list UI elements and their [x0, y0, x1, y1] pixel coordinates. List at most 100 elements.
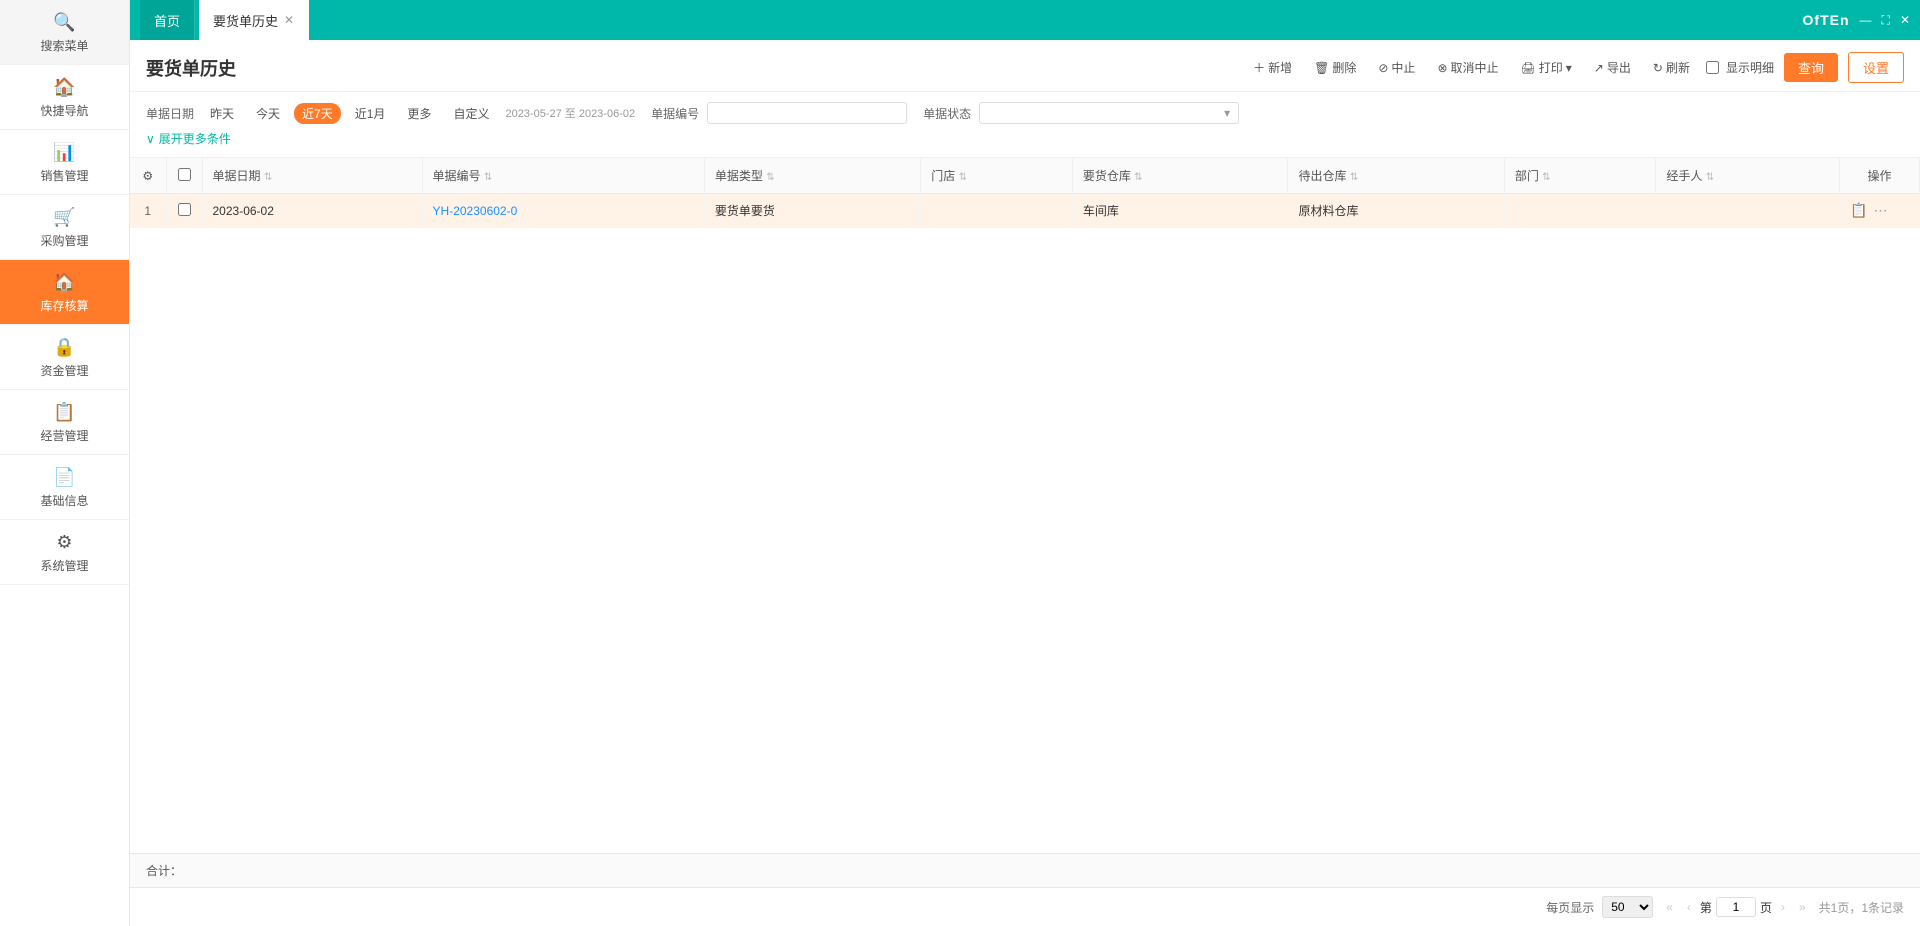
- row-number: 1: [130, 194, 166, 228]
- next-page-btn[interactable]: ›: [1776, 898, 1790, 916]
- add-button[interactable]: ＋ 新增: [1247, 55, 1298, 80]
- suspend-icon: ⊘: [1378, 61, 1388, 75]
- print-button[interactable]: 🖨 打印 ▾: [1515, 55, 1578, 80]
- more-action-icon[interactable]: ⋯: [1873, 202, 1887, 219]
- sidebar-item-purchase-mgmt[interactable]: 🛒 采购管理: [0, 195, 129, 260]
- sidebar-item-ops-mgmt[interactable]: 📋 经营管理: [0, 390, 129, 455]
- system-icon: ⚙: [56, 532, 72, 553]
- suspend-label: 中止: [1391, 59, 1415, 76]
- export-button[interactable]: ↗ 导出: [1588, 55, 1637, 80]
- minimize-btn[interactable]: —: [1860, 13, 1872, 27]
- sidebar-item-label: 经营管理: [40, 427, 88, 444]
- row-handler: [1656, 194, 1840, 228]
- order-no-filter-group: 单据编号: [651, 102, 907, 124]
- sidebar-item-finance-mgmt[interactable]: 🔒 资金管理: [0, 325, 129, 390]
- display-detail-label: 显示明细: [1726, 59, 1774, 76]
- print-dropdown-icon: ▾: [1566, 61, 1572, 75]
- date-filter-label: 单据日期: [146, 105, 194, 122]
- th-no[interactable]: 单据编号 ⇅: [422, 158, 704, 194]
- th-date[interactable]: 单据日期 ⇅: [202, 158, 422, 194]
- tab-requisition-history-label: 要货单历史: [213, 11, 278, 30]
- settings-button[interactable]: 设置: [1848, 52, 1904, 83]
- row-checkbox-cell: [166, 194, 202, 228]
- order-no-label: 单据编号: [651, 105, 699, 122]
- view-action-icon[interactable]: 📋: [1850, 202, 1867, 219]
- cancel-suspend-label: 取消中止: [1451, 59, 1499, 76]
- th-handler-label: 经手人: [1666, 169, 1702, 183]
- export-icon: ↗: [1594, 61, 1604, 75]
- date-btn-1month[interactable]: 近1月: [347, 103, 394, 124]
- row-req-warehouse: 车间库: [1072, 194, 1288, 228]
- tab-requisition-history[interactable]: 要货单历史 ✕: [199, 0, 309, 40]
- sidebar-item-label: 库存核算: [40, 297, 88, 314]
- row-checkbox[interactable]: [178, 203, 191, 216]
- delete-button[interactable]: 🗑 删除: [1308, 55, 1362, 80]
- date-btn-custom[interactable]: 自定义: [445, 103, 497, 124]
- sidebar-item-quick-nav[interactable]: 🏠 快捷导航: [0, 65, 129, 130]
- prev-page-btn[interactable]: ‹: [1682, 898, 1696, 916]
- th-settings[interactable]: ⚙: [130, 158, 166, 194]
- display-detail-toggle[interactable]: 显示明细: [1706, 59, 1774, 76]
- page-title: 要货单历史: [146, 55, 236, 81]
- sidebar-item-search-menu[interactable]: 🔍 搜索菜单: [0, 0, 129, 65]
- add-label: 新增: [1268, 59, 1292, 76]
- tab-home[interactable]: 首页: [140, 0, 195, 40]
- last-page-btn[interactable]: »: [1794, 898, 1811, 916]
- first-page-btn[interactable]: «: [1661, 898, 1678, 916]
- cancel-suspend-icon: ⊗: [1437, 61, 1447, 75]
- data-table: ⚙ 单据日期 ⇅ 单据编号 ⇅ 单据类型 ⇅ 门店 ⇅ 要货仓库 ⇅ 待出仓库 …: [130, 158, 1920, 228]
- query-button[interactable]: 查询: [1784, 53, 1838, 82]
- row-action-cell: 📋 ⋯: [1840, 194, 1920, 228]
- inventory-icon: 🏠: [53, 272, 75, 293]
- sidebar-item-basic-info[interactable]: 📄 基础信息: [0, 455, 129, 520]
- date-filter-options: 昨天 今天 近7天 近1月 更多 自定义: [202, 103, 497, 124]
- print-label: 打印: [1539, 59, 1563, 76]
- sidebar-item-inventory[interactable]: 🏠 库存核算: [0, 260, 129, 325]
- date-btn-today[interactable]: 今天: [248, 103, 288, 124]
- brand-label: OfTEn: [1803, 12, 1850, 28]
- pagination: 每页显示 50 100 200 « ‹ 第 页 › » 共1页，1条记录: [130, 887, 1920, 926]
- sidebar-item-label: 搜索菜单: [40, 37, 88, 54]
- display-detail-checkbox[interactable]: [1706, 61, 1719, 74]
- toolbar: ＋ 新增 🗑 删除 ⊘ 中止 ⊗ 取消中止 🖨 打印: [1247, 52, 1904, 83]
- maximize-btn[interactable]: ⛶: [1882, 13, 1890, 28]
- status-select[interactable]: ▾: [979, 102, 1239, 124]
- sidebar-item-label: 快捷导航: [40, 102, 88, 119]
- table-area: ⚙ 单据日期 ⇅ 单据编号 ⇅ 单据类型 ⇅ 门店 ⇅ 要货仓库 ⇅ 待出仓库 …: [130, 158, 1920, 853]
- sort-req-warehouse-icon: ⇅: [1134, 172, 1142, 183]
- status-dropdown-icon: ▾: [1224, 106, 1230, 120]
- sidebar-item-label: 销售管理: [40, 167, 88, 184]
- expand-more-btn[interactable]: ∨ 展开更多条件: [146, 130, 1904, 147]
- sidebar-item-system-mgmt[interactable]: ⚙ 系统管理: [0, 520, 129, 585]
- th-handler[interactable]: 经手人 ⇅: [1656, 158, 1840, 194]
- refresh-button[interactable]: ↻ 刷新: [1647, 55, 1696, 80]
- cancel-suspend-button[interactable]: ⊗ 取消中止: [1431, 55, 1504, 80]
- topbar-right: OfTEn — ⛶ ✕: [1803, 12, 1910, 28]
- date-btn-more[interactable]: 更多: [399, 103, 439, 124]
- expand-chevron-icon: ∨: [146, 132, 155, 146]
- th-store[interactable]: 门店 ⇅: [921, 158, 1073, 194]
- close-btn[interactable]: ✕: [1900, 13, 1910, 27]
- th-type[interactable]: 单据类型 ⇅: [704, 158, 920, 194]
- page-content: 要货单历史 ＋ 新增 🗑 删除 ⊘ 中止 ⊗ 取消中止: [130, 40, 1920, 926]
- order-no-input[interactable]: [707, 102, 907, 124]
- per-page-select[interactable]: 50 100 200: [1602, 896, 1653, 918]
- th-dept[interactable]: 部门 ⇅: [1504, 158, 1656, 194]
- sidebar: 🔍 搜索菜单 🏠 快捷导航 📊 销售管理 🛒 采购管理 🏠 库存核算 🔒 资金管…: [0, 0, 130, 926]
- per-page-label: 每页显示: [1546, 899, 1594, 916]
- select-all-checkbox[interactable]: [178, 168, 191, 181]
- row-no-link[interactable]: YH-20230602-0: [433, 204, 518, 218]
- th-checkbox: [166, 158, 202, 194]
- page-total: 共1页，1条记录: [1819, 899, 1904, 916]
- ops-icon: 📋: [53, 402, 75, 423]
- suspend-button[interactable]: ⊘ 中止: [1372, 55, 1421, 80]
- th-req-warehouse[interactable]: 要货仓库 ⇅: [1072, 158, 1288, 194]
- row-no: YH-20230602-0: [422, 194, 704, 228]
- date-btn-yesterday[interactable]: 昨天: [202, 103, 242, 124]
- page-input[interactable]: [1716, 897, 1756, 917]
- sort-date-icon: ⇅: [264, 172, 272, 183]
- close-tab-icon[interactable]: ✕: [284, 13, 294, 27]
- sidebar-item-sales-mgmt[interactable]: 📊 销售管理: [0, 130, 129, 195]
- date-btn-7days[interactable]: 近7天: [294, 103, 341, 124]
- th-pending-warehouse[interactable]: 待出仓库 ⇅: [1288, 158, 1504, 194]
